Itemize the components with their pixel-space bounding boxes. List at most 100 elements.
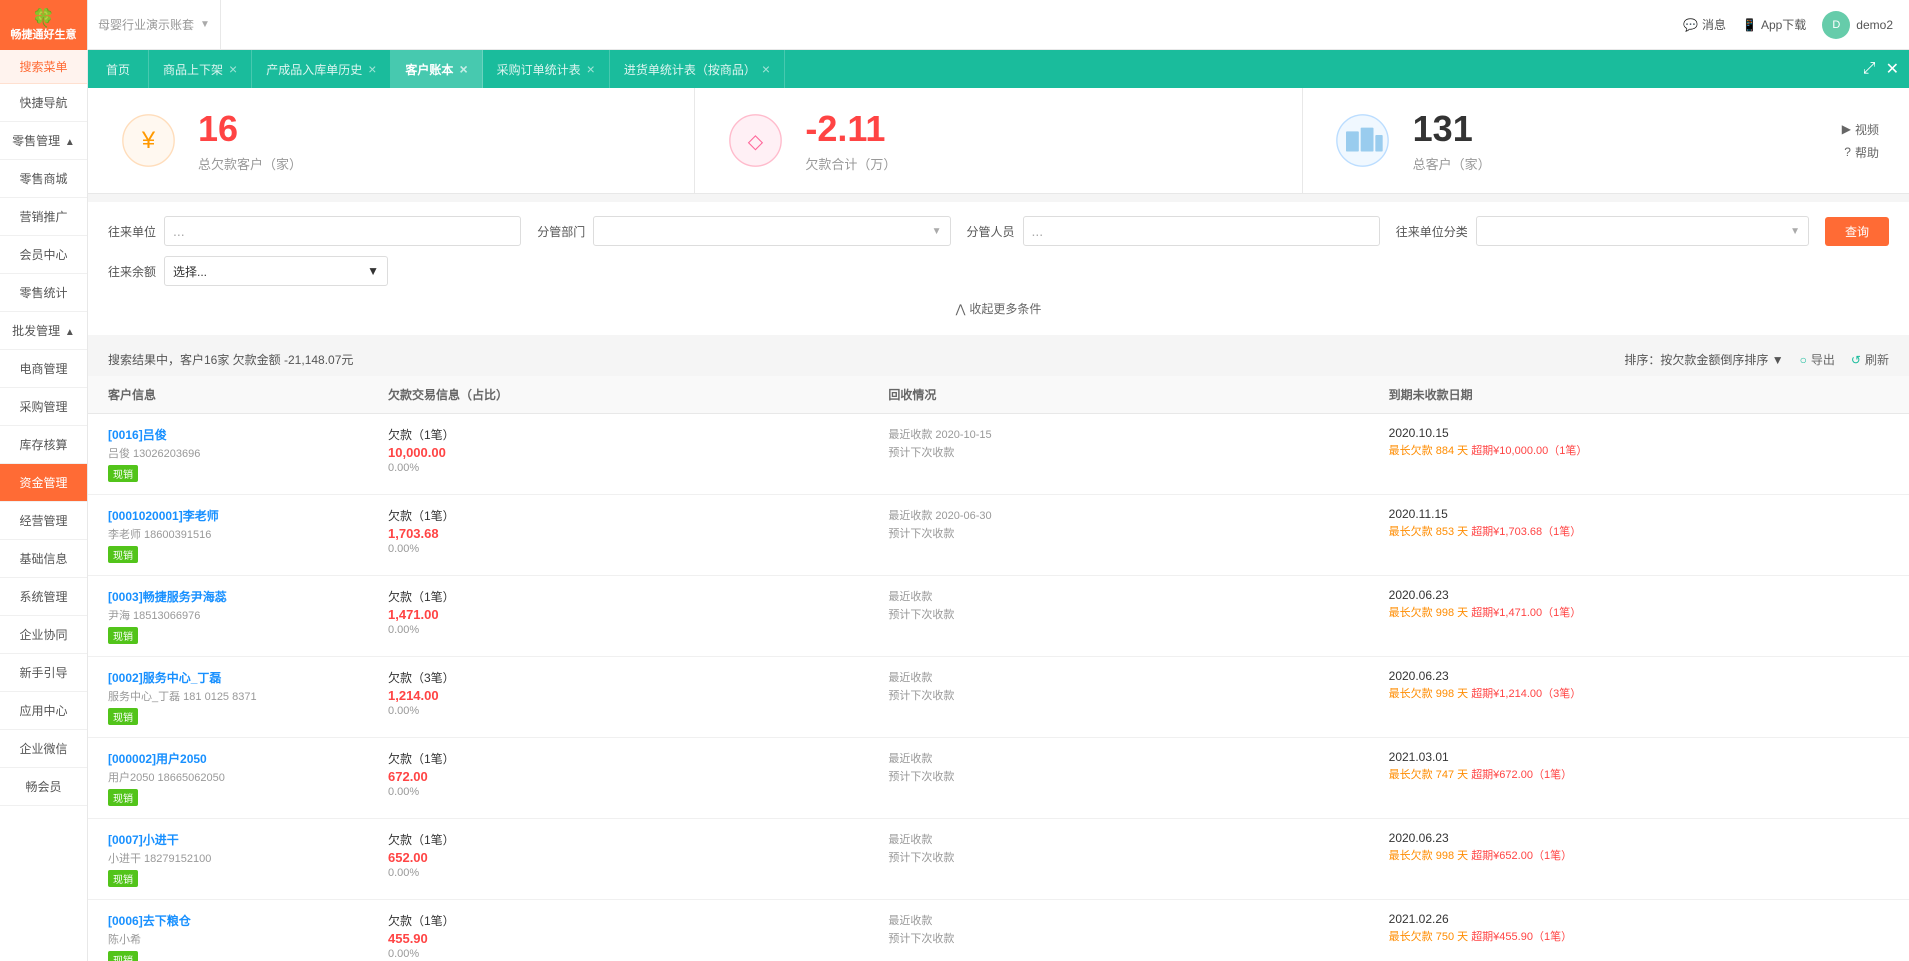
sidebar-item-batch-mgmt[interactable]: 批发管理 ▲ bbox=[0, 312, 87, 350]
sidebar-item-inventory[interactable]: 库存核算 bbox=[0, 426, 87, 464]
overdue-link-1[interactable]: 超期¥1,703.68（1笔） bbox=[1471, 526, 1581, 538]
sidebar-search[interactable]: 搜索菜单 bbox=[0, 50, 87, 84]
cell-recovery-2: 最近收款 预计下次收款 bbox=[888, 588, 1388, 622]
tab-close-stock-summary[interactable]: × bbox=[762, 61, 770, 77]
collapse-icon: ⋀ bbox=[956, 302, 966, 316]
customer-tag-6: 现销 bbox=[108, 951, 138, 961]
logo-text: 畅捷通好生意 bbox=[11, 29, 77, 42]
debt-amount-1[interactable]: 1,703.68 bbox=[388, 526, 888, 541]
overdue-link-4[interactable]: 超期¥672.00（1笔） bbox=[1471, 769, 1572, 781]
filter-label-category: 往来单位分类 bbox=[1396, 223, 1468, 240]
customer-name-5[interactable]: [0007]小进干 bbox=[108, 831, 388, 848]
recovery-date-1: 最近收款 2020-06-30 bbox=[888, 507, 1388, 523]
customer-name-3[interactable]: [0002]服务中心_丁磊 bbox=[108, 669, 388, 686]
stat-value-1: 16 bbox=[198, 108, 302, 150]
debt-amount-3[interactable]: 1,214.00 bbox=[388, 688, 888, 703]
tab-close-purchase-summary[interactable]: × bbox=[587, 61, 595, 77]
customer-tag-1: 现销 bbox=[108, 546, 138, 563]
refresh-btn[interactable]: ↺ 刷新 bbox=[1851, 351, 1889, 368]
results-actions: 排序：按欠款金额倒序排序 ▼ ○ 导出 ↺ 刷新 bbox=[1624, 351, 1889, 368]
customer-name-2[interactable]: [0003]畅捷服务尹海蕊 bbox=[108, 588, 388, 605]
recovery-date-6: 最近收款 bbox=[888, 912, 1388, 928]
sidebar-item-retail-mall[interactable]: 零售商城 bbox=[0, 160, 87, 198]
customer-name-4[interactable]: [000002]用户2050 bbox=[108, 750, 388, 767]
app-download-btn[interactable]: 📱 App下载 bbox=[1742, 16, 1806, 33]
sidebar-item-member-center[interactable]: 会员中心 bbox=[0, 236, 87, 274]
sidebar-item-operations[interactable]: 经营管理 bbox=[0, 502, 87, 540]
debt-amount-0[interactable]: 10,000.00 bbox=[388, 445, 888, 460]
overdue-link-5[interactable]: 超期¥652.00（1笔） bbox=[1471, 850, 1572, 862]
stat-card-debt-total: ◇ -2.11 欠款合计（万） bbox=[695, 88, 1302, 193]
export-btn[interactable]: ○ 导出 bbox=[1800, 351, 1835, 368]
overdue-link-2[interactable]: 超期¥1,471.00（1笔） bbox=[1471, 607, 1581, 619]
help-btn[interactable]: ? 帮助 bbox=[1844, 144, 1879, 161]
customer-name-6[interactable]: [0006]去下粮仓 bbox=[108, 912, 388, 929]
filter-input-category[interactable]: ▼ bbox=[1476, 216, 1809, 246]
recovery-date-2: 最近收款 bbox=[888, 588, 1388, 604]
sidebar-item-quick-nav[interactable]: 快捷导航 bbox=[0, 84, 87, 122]
cell-customer-0: [0016]吕俊 吕俊 13026203696 现销 bbox=[108, 426, 388, 482]
tab-stock-summary[interactable]: 进货单统计表（按商品）× bbox=[610, 50, 785, 88]
customer-name-1[interactable]: [0001020001]李老师 bbox=[108, 507, 388, 524]
sidebar-item-retail-mgmt[interactable]: 零售管理 ▲ bbox=[0, 122, 87, 160]
tabs-close-icon[interactable]: ✕ bbox=[1886, 59, 1899, 79]
sidebar-item-new-user[interactable]: 新手引导 bbox=[0, 654, 87, 692]
topbar-right: 💬 消息 📱 App下载 D demo2 bbox=[1683, 11, 1909, 39]
debt-amount-2[interactable]: 1,471.00 bbox=[388, 607, 888, 622]
sidebar-item-enterprise-collab[interactable]: 企业协同 bbox=[0, 616, 87, 654]
filter-input-person[interactable]: ... bbox=[1023, 216, 1380, 246]
sort-dropdown-icon[interactable]: ▼ bbox=[1772, 353, 1784, 367]
tab-customer-account[interactable]: 客户账本× bbox=[391, 50, 482, 88]
tab-product-history[interactable]: 产成品入库单历史× bbox=[252, 50, 391, 88]
tab-close-customer-account[interactable]: × bbox=[459, 61, 467, 77]
sidebar-item-retail-stats[interactable]: 零售统计 bbox=[0, 274, 87, 312]
cell-recovery-6: 最近收款 预计下次收款 bbox=[888, 912, 1388, 946]
filter-select-balance[interactable]: 选择... ▼ bbox=[164, 256, 388, 286]
cell-debt-5: 欠款（1笔） 652.00 0.00% bbox=[388, 831, 888, 879]
tabs-expand-icon[interactable]: ⤢ bbox=[1863, 60, 1876, 78]
sidebar-item-system-mgmt[interactable]: 系统管理 bbox=[0, 578, 87, 616]
sidebar-item-app-center[interactable]: 应用中心 bbox=[0, 692, 87, 730]
cell-recovery-4: 最近收款 预计下次收款 bbox=[888, 750, 1388, 784]
tab-purchase-summary[interactable]: 采购订单统计表× bbox=[483, 50, 610, 88]
stat-info-2: -2.11 欠款合计（万） bbox=[805, 108, 896, 173]
filter-input-dept[interactable]: ▼ bbox=[593, 216, 950, 246]
stat-icon-3 bbox=[1333, 111, 1393, 171]
overdue-link-6[interactable]: 超期¥455.90（1笔） bbox=[1471, 931, 1572, 943]
filter-input-supplier[interactable]: ... bbox=[164, 216, 521, 246]
main-content: ¥ 16 总欠款客户（家） ◇ -2.11 欠款合计（万） bbox=[88, 88, 1909, 961]
cell-customer-6: [0006]去下粮仓 陈小希 现销 bbox=[108, 912, 388, 961]
overdue-link-0[interactable]: 超期¥10,000.00（1笔） bbox=[1471, 445, 1587, 457]
sidebar-item-finance[interactable]: 资金管理 bbox=[0, 464, 87, 502]
sidebar-item-ecommerce[interactable]: 电商管理 bbox=[0, 350, 87, 388]
search-button[interactable]: 查询 bbox=[1825, 217, 1889, 246]
debt-amount-5[interactable]: 652.00 bbox=[388, 850, 888, 865]
filter-dept: 分管部门 ▼ bbox=[537, 216, 950, 246]
overdue-link-3[interactable]: 超期¥1,214.00（3笔） bbox=[1471, 688, 1581, 700]
customer-name-0[interactable]: [0016]吕俊 bbox=[108, 426, 388, 443]
debt-ratio-4: 0.00% bbox=[388, 786, 888, 798]
tab-goods-shelf[interactable]: 商品上下架× bbox=[149, 50, 252, 88]
sidebar: 🍀 畅捷通好生意 搜索菜单 快捷导航零售管理 ▲零售商城营销推广会员中心零售统计… bbox=[0, 0, 88, 961]
collapse-btn[interactable]: ⋀ 收起更多条件 bbox=[108, 296, 1889, 321]
sidebar-item-marketing[interactable]: 营销推广 bbox=[0, 198, 87, 236]
debt-count-2: 欠款（1笔） bbox=[388, 588, 888, 605]
stat-card-total-customers: 131 总客户（家） ▶ 视频 ? 帮助 bbox=[1303, 88, 1909, 193]
tab-close-product-history[interactable]: × bbox=[368, 61, 376, 77]
tab-home[interactable]: 首页 bbox=[88, 50, 149, 88]
results-text: 搜索结果中，客户16家 欠款金额 -21,148.07元 bbox=[108, 351, 353, 368]
stat-value-3: 131 bbox=[1413, 108, 1491, 150]
sidebar-item-basic-info[interactable]: 基础信息 bbox=[0, 540, 87, 578]
message-btn[interactable]: 💬 消息 bbox=[1683, 16, 1726, 33]
tab-close-goods-shelf[interactable]: × bbox=[229, 61, 237, 77]
sidebar-item-member-vip[interactable]: 畅会员 bbox=[0, 768, 87, 806]
sidebar-item-enterprise-wechat[interactable]: 企业微信 bbox=[0, 730, 87, 768]
tabs-right: ⤢ ✕ bbox=[1863, 50, 1909, 88]
overdue-days-2: 最长欠款 998 天 超期¥1,471.00（1笔） bbox=[1389, 604, 1889, 620]
debt-amount-4[interactable]: 672.00 bbox=[388, 769, 888, 784]
user-menu[interactable]: D demo2 bbox=[1822, 11, 1893, 39]
debt-amount-6[interactable]: 455.90 bbox=[388, 931, 888, 946]
filter-row-2: 往来余额 选择... ▼ bbox=[108, 256, 1889, 286]
video-btn[interactable]: ▶ 视频 bbox=[1842, 121, 1879, 138]
sidebar-item-purchase-mgmt[interactable]: 采购管理 bbox=[0, 388, 87, 426]
